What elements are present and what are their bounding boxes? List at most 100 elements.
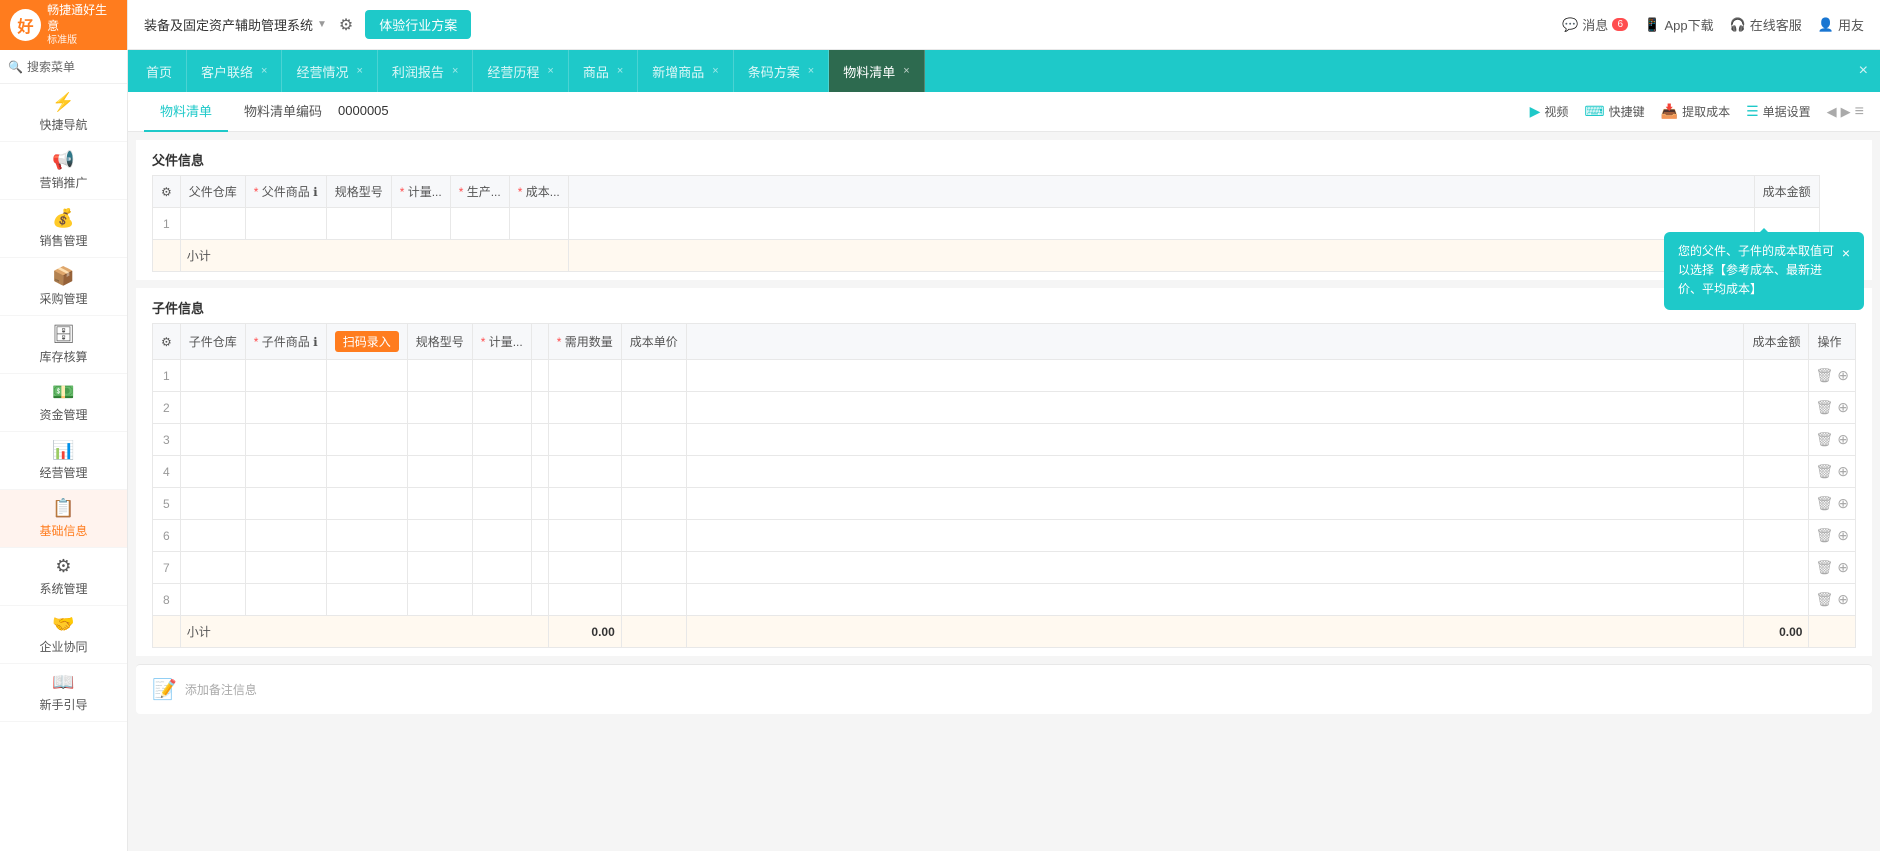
- tab-product[interactable]: 商品 ×: [569, 50, 638, 92]
- tooltip-close-button[interactable]: ×: [1842, 242, 1850, 264]
- operations-icon: 📊: [52, 440, 74, 461]
- copy-icon[interactable]: ⊕: [1837, 463, 1849, 480]
- sidebar-item-system[interactable]: ⚙ 系统管理: [0, 548, 127, 606]
- parent-cell-product[interactable]: [245, 208, 326, 240]
- copy-icon[interactable]: ⊕: [1837, 495, 1849, 512]
- prev-page-icon[interactable]: ◀: [1827, 104, 1837, 120]
- child-action-6[interactable]: 🗑⊕: [1815, 527, 1849, 544]
- parent-col-gear[interactable]: ⚙: [153, 176, 181, 208]
- tab-close-customer[interactable]: ×: [261, 65, 267, 77]
- parent-cell-cost[interactable]: [509, 208, 568, 240]
- parent-cell-spec[interactable]: [326, 208, 391, 240]
- tab-bom[interactable]: 物料清单 ×: [829, 50, 924, 92]
- single-settings-button[interactable]: ☰ 单据设置: [1746, 103, 1811, 120]
- delete-icon[interactable]: 🗑: [1815, 495, 1833, 512]
- sidebar-item-enterprise[interactable]: 🤝 企业协同: [0, 606, 127, 664]
- child-cell-unit-cost-2[interactable]: [621, 392, 686, 424]
- parent-col-produce: * 生产...: [450, 176, 509, 208]
- child-action-7[interactable]: 🗑⊕: [1815, 559, 1849, 576]
- delete-icon[interactable]: 🗑: [1815, 367, 1833, 384]
- sidebar-item-guide[interactable]: 📖 新手引导: [0, 664, 127, 722]
- tab-operations[interactable]: 经营情况 ×: [282, 50, 377, 92]
- sub-tab-code[interactable]: 物料清单编码 0000005: [228, 92, 405, 132]
- child-col-spec: 规格型号: [407, 324, 472, 360]
- sidebar-item-operations[interactable]: 📊 经营管理: [0, 432, 127, 490]
- child-action-3[interactable]: 🗑⊕: [1815, 431, 1849, 448]
- tab-close-operations[interactable]: ×: [356, 65, 362, 77]
- tab-close-bom[interactable]: ×: [903, 65, 909, 77]
- delete-icon[interactable]: 🗑: [1815, 431, 1833, 448]
- child-cell-product-2[interactable]: [245, 392, 326, 424]
- scan-input-button[interactable]: 扫码录入: [335, 331, 399, 352]
- child-cell-unit-2[interactable]: [472, 392, 531, 424]
- child-row-3: 3 🗑⊕: [153, 424, 1856, 456]
- note-placeholder[interactable]: 添加备注信息: [185, 681, 257, 698]
- shortcut-button[interactable]: ⌨ 快捷键: [1584, 103, 1644, 120]
- delete-icon[interactable]: 🗑: [1815, 399, 1833, 416]
- parent-cell-produce[interactable]: [450, 208, 509, 240]
- parent-cell-unit[interactable]: [391, 208, 450, 240]
- tab-close-barcode[interactable]: ×: [808, 65, 814, 77]
- trial-button[interactable]: 体验行业方案: [365, 10, 471, 39]
- copy-icon[interactable]: ⊕: [1837, 559, 1849, 576]
- tab-profit[interactable]: 利润报告 ×: [378, 50, 473, 92]
- copy-icon[interactable]: ⊕: [1837, 591, 1849, 608]
- sidebar-item-marketing[interactable]: 📢 营销推广: [0, 142, 127, 200]
- tab-history[interactable]: 经营历程 ×: [473, 50, 568, 92]
- child-action-8[interactable]: 🗑⊕: [1815, 591, 1849, 608]
- tab-home[interactable]: 首页: [132, 50, 187, 92]
- delete-icon[interactable]: 🗑: [1815, 591, 1833, 608]
- copy-icon[interactable]: ⊕: [1837, 431, 1849, 448]
- sidebar-search[interactable]: 🔍 搜索菜单: [0, 50, 127, 84]
- sub-tab-bom[interactable]: 物料清单: [144, 92, 228, 132]
- phone-icon: 📱: [1644, 17, 1660, 33]
- sidebar-item-purchase[interactable]: 📦 采购管理: [0, 258, 127, 316]
- message-button[interactable]: 💬 消息 6: [1562, 15, 1628, 34]
- delete-icon[interactable]: 🗑: [1815, 527, 1833, 544]
- system-title-dropdown[interactable]: 装备及固定资产辅助管理系统 ▼: [144, 15, 327, 34]
- grid-view-icon[interactable]: ≡: [1855, 103, 1864, 121]
- copy-icon[interactable]: ⊕: [1837, 527, 1849, 544]
- tab-close-history[interactable]: ×: [547, 65, 553, 77]
- child-cell-product-1[interactable]: [245, 360, 326, 392]
- child-action-2[interactable]: 🗑⊕: [1815, 399, 1849, 416]
- child-cell-spec-1[interactable]: [407, 360, 472, 392]
- child-cell-warehouse-1[interactable]: [180, 360, 245, 392]
- sidebar-item-inventory[interactable]: 🗄 库存核算: [0, 316, 127, 374]
- next-page-icon[interactable]: ▶: [1841, 104, 1851, 120]
- child-action-5[interactable]: 🗑⊕: [1815, 495, 1849, 512]
- child-cell-warehouse-2[interactable]: [180, 392, 245, 424]
- sidebar-item-basic-info[interactable]: 📋 基础信息: [0, 490, 127, 548]
- close-page-button[interactable]: ×: [1851, 62, 1876, 80]
- tab-close-product[interactable]: ×: [617, 65, 623, 77]
- child-action-4[interactable]: 🗑⊕: [1815, 463, 1849, 480]
- tab-new-product[interactable]: 新增商品 ×: [638, 50, 733, 92]
- child-cell-unit-1[interactable]: [472, 360, 531, 392]
- delete-icon[interactable]: 🗑: [1815, 463, 1833, 480]
- sidebar-item-sales[interactable]: 💰 销售管理: [0, 200, 127, 258]
- user-button[interactable]: 👤 用友: [1818, 15, 1864, 34]
- child-action-1[interactable]: 🗑⊕: [1815, 367, 1849, 384]
- online-service-button[interactable]: 🎧 在线客服: [1730, 15, 1802, 34]
- parent-cell-warehouse[interactable]: [180, 208, 245, 240]
- child-col-gear[interactable]: ⚙: [153, 324, 181, 360]
- copy-icon[interactable]: ⊕: [1837, 399, 1849, 416]
- child-cell-qty-1[interactable]: [548, 360, 621, 392]
- sidebar-item-finance[interactable]: 💵 资金管理: [0, 374, 127, 432]
- parent-subtotal-label: 小计: [180, 240, 568, 272]
- extract-cost-button[interactable]: 📥 提取成本: [1661, 103, 1730, 120]
- child-cell-spec-2[interactable]: [407, 392, 472, 424]
- settings-icon[interactable]: ⚙: [339, 15, 353, 35]
- tab-close-profit[interactable]: ×: [452, 65, 458, 77]
- tab-barcode[interactable]: 条码方案 ×: [734, 50, 829, 92]
- sidebar-item-quick-nav[interactable]: ⚡ 快捷导航: [0, 84, 127, 142]
- delete-icon[interactable]: 🗑: [1815, 559, 1833, 576]
- child-cell-qty-2[interactable]: [548, 392, 621, 424]
- app-download-button[interactable]: 📱 App下载: [1644, 15, 1713, 34]
- child-col-scan[interactable]: 扫码录入: [326, 324, 407, 360]
- tab-close-new-product[interactable]: ×: [712, 65, 718, 77]
- view-video-button[interactable]: ▶ 视频: [1530, 103, 1569, 120]
- tab-customer[interactable]: 客户联络 ×: [187, 50, 282, 92]
- copy-icon[interactable]: ⊕: [1837, 367, 1849, 384]
- child-cell-unit-cost-1[interactable]: [621, 360, 686, 392]
